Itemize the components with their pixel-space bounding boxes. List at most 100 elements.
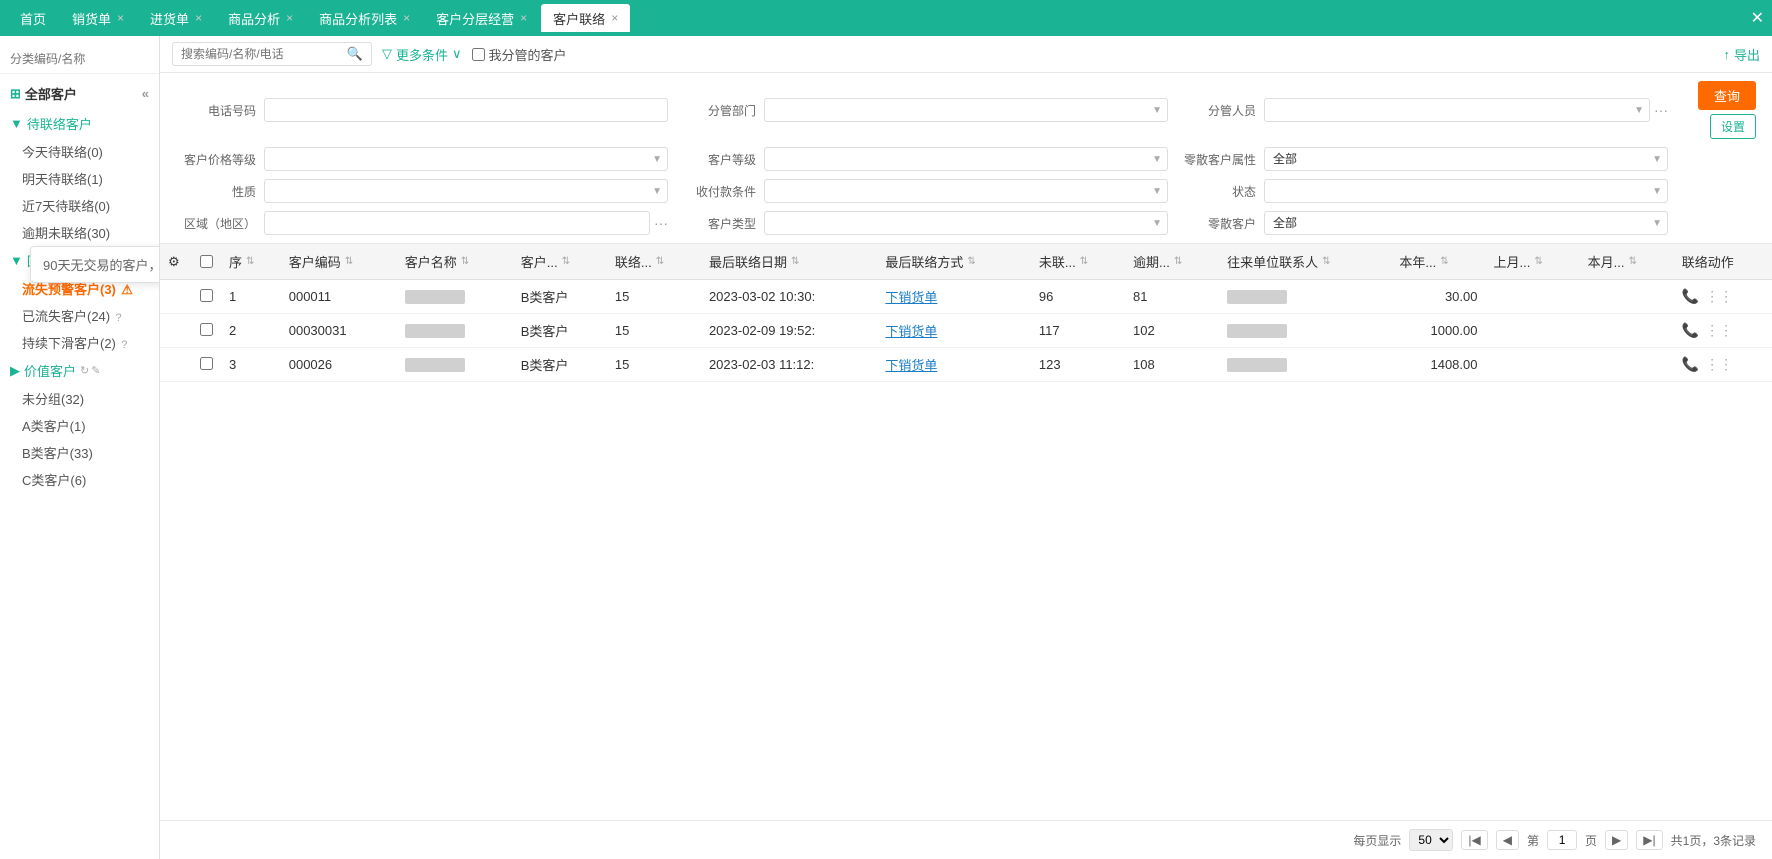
sort-last-method-icon[interactable]: ⇅ (967, 256, 975, 267)
cell-last-method-2[interactable]: 下销货单 (877, 348, 1031, 382)
filter-more-btn[interactable]: ▽ 更多条件 ∨ (382, 45, 462, 64)
sort-lmonth-icon[interactable]: ⇅ (1534, 256, 1542, 267)
tab-customer-tier[interactable]: 客户分层经营 × (424, 4, 539, 32)
zero-attr-select-wrapper: 全部 ▼ (1264, 147, 1668, 171)
query-button[interactable]: 查询 (1698, 81, 1756, 110)
manager-select[interactable] (1264, 98, 1650, 122)
edit-icon[interactable]: ✎ (91, 364, 100, 377)
sidebar-item-lost[interactable]: 已流失客户(24) ? (0, 302, 159, 329)
sidebar-collapse-btn[interactable]: « (142, 86, 149, 101)
cell-this-year-1: 1000.00 (1391, 314, 1485, 348)
row-checkbox-2[interactable] (200, 357, 213, 370)
sort-contact-icon[interactable]: ⇅ (656, 256, 664, 267)
sort-year-icon[interactable]: ⇅ (1440, 256, 1448, 267)
sidebar-group-pending[interactable]: ▼ 待联络客户 (0, 109, 159, 138)
cell-last-method-0[interactable]: 下销货单 (877, 280, 1031, 314)
filter-search-input[interactable] (181, 47, 347, 61)
tab-purchase[interactable]: 进货单 × (138, 4, 214, 32)
per-page-select[interactable]: 50 (1409, 829, 1453, 851)
phone-input[interactable] (264, 98, 668, 122)
table-settings-icon[interactable]: ⚙ (168, 254, 180, 270)
tab-analysis-list[interactable]: 商品分析列表 × (307, 4, 422, 32)
sort-no-icon[interactable]: ⇅ (246, 256, 254, 267)
sidebar-item-tomorrow[interactable]: 明天待联络(1) (0, 165, 159, 192)
first-page-btn[interactable]: |◀ (1461, 830, 1487, 850)
sidebar-item-today[interactable]: 今天待联络(0) (0, 138, 159, 165)
payment-select[interactable] (764, 179, 1168, 203)
sort-unit-icon[interactable]: ⇅ (1322, 256, 1330, 267)
dept-select[interactable] (764, 98, 1168, 122)
window-close-icon[interactable]: ✕ (1751, 8, 1764, 28)
price-tier-field: 客户价格等级 ▼ (176, 147, 668, 171)
th-name: 客户名称⇅ (397, 244, 513, 280)
next-page-btn[interactable]: ▶ (1605, 830, 1628, 850)
action-more-icon-1[interactable]: ⋮⋮ (1705, 322, 1733, 339)
filter-row-4: 区域（地区） ··· 客户类型 ▼ 零散客户 全部 (176, 211, 1756, 235)
sidebar-all-customers[interactable]: ⊞ 全部客户 « (0, 78, 159, 109)
zero-attr-select[interactable]: 全部 (1264, 147, 1668, 171)
tab-analysis[interactable]: 商品分析 × (216, 4, 305, 32)
row-checkbox-1[interactable] (200, 323, 213, 336)
sidebar-item-declining[interactable]: 持续下滑客户(2) ? (0, 329, 159, 356)
cell-settings-0 (160, 280, 192, 314)
last-page-btn[interactable]: ▶| (1636, 830, 1662, 850)
customer-type-select[interactable] (764, 211, 1168, 235)
tab-home[interactable]: 首页 (8, 4, 58, 32)
refresh-icon[interactable]: ↻ (80, 364, 89, 377)
filter-mine-checkbox[interactable] (472, 48, 485, 61)
sort-overdue-icon[interactable]: ⇅ (1174, 256, 1182, 267)
tab-sales[interactable]: 销货单 × (60, 4, 136, 32)
th-action: 联络动作 (1674, 244, 1772, 280)
tab-purchase-close[interactable]: × (195, 11, 202, 25)
action-more-icon-2[interactable]: ⋮⋮ (1705, 356, 1733, 373)
tab-customer-contact-close[interactable]: × (611, 11, 618, 25)
tab-bar: 首页 销货单 × 进货单 × 商品分析 × 商品分析列表 × 客户分层经营 × … (0, 0, 1772, 36)
status-select[interactable] (1264, 179, 1668, 203)
row-checkbox-0[interactable] (200, 289, 213, 302)
settings-button[interactable]: 设置 (1710, 114, 1756, 139)
sidebar-item-ungrouped[interactable]: 未分组(32) (0, 385, 159, 412)
sort-uncontacted-icon[interactable]: ⇅ (1080, 256, 1088, 267)
cell-last-method-1[interactable]: 下销货单 (877, 314, 1031, 348)
sidebar-item-week[interactable]: 近7天待联络(0) (0, 192, 159, 219)
manager-dots[interactable]: ··· (1654, 102, 1668, 118)
export-btn[interactable]: ↑ 导出 (1723, 45, 1760, 64)
sidebar-item-b-class[interactable]: B类客户(33) (0, 439, 159, 466)
action-phone-icon-1[interactable]: 📞 (1682, 322, 1699, 339)
prev-page-btn[interactable]: ◀ (1496, 830, 1519, 850)
sort-name-icon[interactable]: ⇅ (461, 256, 469, 267)
gender-select[interactable] (264, 179, 668, 203)
page-label: 第 (1527, 832, 1539, 849)
th-settings[interactable]: ⚙ (160, 244, 192, 280)
tab-sales-close[interactable]: × (117, 11, 124, 25)
per-page-label: 每页显示 (1353, 832, 1401, 849)
region-input[interactable] (264, 211, 650, 235)
select-all-checkbox[interactable] (200, 255, 213, 268)
page-label-end: 页 (1585, 832, 1597, 849)
cell-unit-contact-2 (1219, 348, 1391, 382)
sidebar-item-overdue-contact[interactable]: 逾期未联络(30) (0, 219, 159, 246)
zero-retail-field: 零散客户 全部 ▼ (1176, 211, 1668, 235)
price-tier-select[interactable] (264, 147, 668, 171)
customer-tier-select[interactable] (764, 147, 1168, 171)
sidebar-group-value[interactable]: ▶ 价值客户 ↻ ✎ (0, 356, 159, 385)
tab-analysis-close[interactable]: × (286, 11, 293, 25)
sidebar: 🔍 ⊞ 全部客户 « ▼ 待联络客户 今天待联络(0) 明天待联络(1) 近7天… (0, 36, 160, 859)
action-phone-icon-0[interactable]: 📞 (1682, 288, 1699, 305)
sidebar-item-a-class[interactable]: A类客户(1) (0, 412, 159, 439)
tab-analysis-list-close[interactable]: × (403, 11, 410, 25)
region-dots[interactable]: ··· (654, 215, 668, 231)
tab-customer-contact[interactable]: 客户联络 × (541, 4, 630, 32)
sort-tmonth-icon[interactable]: ⇅ (1628, 256, 1636, 267)
tab-customer-tier-close[interactable]: × (520, 11, 527, 25)
sidebar-search-input[interactable] (10, 52, 160, 66)
page-input[interactable] (1547, 830, 1577, 850)
sidebar-item-c-class[interactable]: C类客户(6) (0, 466, 159, 493)
sort-type-icon[interactable]: ⇅ (562, 256, 570, 267)
action-more-icon-0[interactable]: ⋮⋮ (1705, 288, 1733, 305)
blurred-name-0 (405, 290, 465, 304)
sort-code-icon[interactable]: ⇅ (345, 256, 353, 267)
zero-retail-select[interactable]: 全部 (1264, 211, 1668, 235)
action-phone-icon-2[interactable]: 📞 (1682, 356, 1699, 373)
sort-last-date-icon[interactable]: ⇅ (791, 256, 799, 267)
